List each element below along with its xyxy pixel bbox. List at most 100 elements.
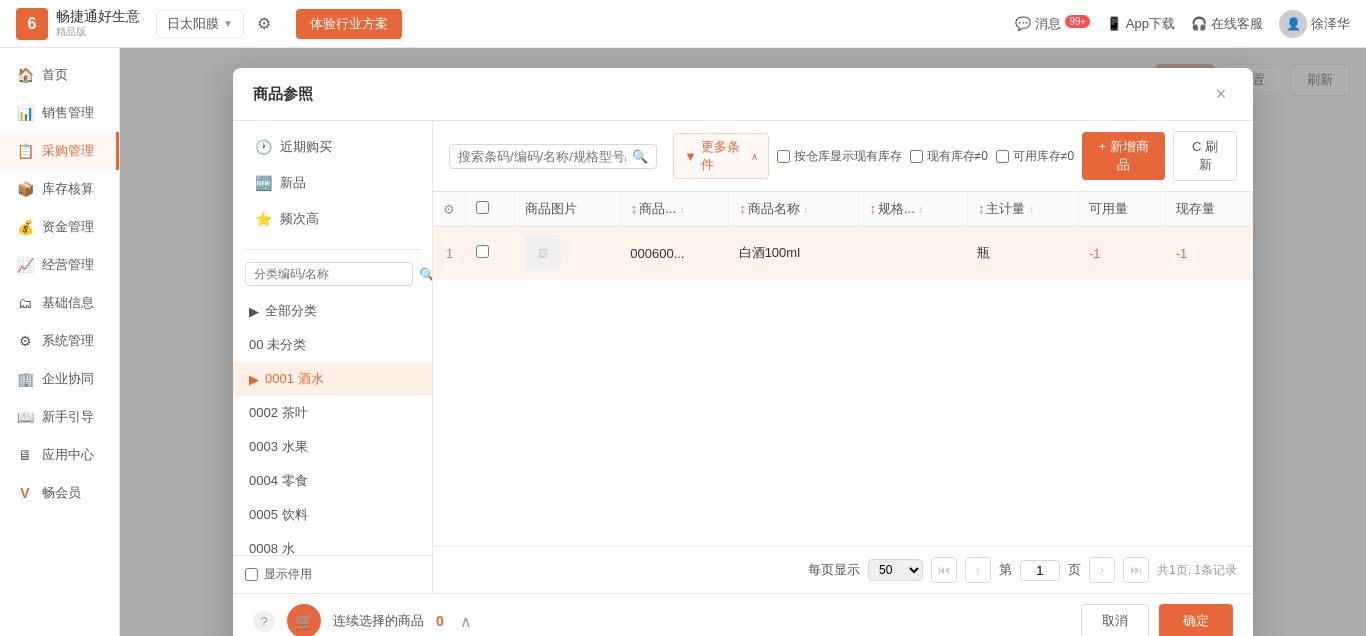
sidebar-item-vip[interactable]: V 畅会员 bbox=[0, 474, 119, 512]
prev-page-btn[interactable]: ‹ bbox=[965, 557, 991, 583]
show-disabled-label[interactable]: 显示停用 bbox=[264, 566, 312, 583]
nav-selector[interactable]: 日太阳膜 ▼ bbox=[156, 10, 244, 38]
operations-icon: 📈 bbox=[16, 257, 34, 273]
category-all[interactable]: ▶ 全部分类 bbox=[233, 294, 432, 328]
chevron-down-icon: ▼ bbox=[223, 18, 233, 29]
user-area[interactable]: 👤 徐泽华 bbox=[1279, 10, 1350, 38]
more-filters-button[interactable]: ▼ 更多条件 ∧ bbox=[673, 133, 769, 179]
category-search-input[interactable] bbox=[245, 262, 413, 286]
tab-frequent[interactable]: ⭐ 频次高 bbox=[245, 203, 420, 235]
category-tea[interactable]: 0002 茶叶 bbox=[233, 396, 432, 430]
sidebar-item-purchase[interactable]: 📋 采购管理 bbox=[0, 132, 119, 170]
basic-info-icon: 🗂 bbox=[16, 295, 34, 311]
filter-caret-icon: ∧ bbox=[751, 151, 758, 162]
app-download-btn[interactable]: 📱 App下载 bbox=[1106, 15, 1175, 33]
sidebar-item-enterprise[interactable]: 🏢 企业协同 bbox=[0, 360, 119, 398]
caret-icon: ▶ bbox=[249, 304, 259, 319]
modal-close-button[interactable]: × bbox=[1209, 82, 1233, 106]
available-stock-checkbox[interactable] bbox=[996, 150, 1009, 163]
col-unit[interactable]: ↕主计量 bbox=[967, 192, 1079, 227]
trial-button[interactable]: 体验行业方案 bbox=[296, 9, 402, 39]
category-water[interactable]: 0008 水 bbox=[233, 532, 432, 555]
col-settings[interactable]: ⚙ bbox=[433, 192, 466, 227]
first-page-btn[interactable]: ⏮ bbox=[931, 557, 957, 583]
warehouse-stock-checkbox[interactable] bbox=[777, 150, 790, 163]
row-num: 1 bbox=[433, 227, 466, 280]
row-image-cell: 🖼 bbox=[515, 227, 621, 280]
category-unclassified[interactable]: 00 未分类 bbox=[233, 328, 432, 362]
sidebar-item-finance[interactable]: 💰 资金管理 bbox=[0, 208, 119, 246]
product-table-wrap: ⚙ 商品图片 ↕商品... ↕商品名称 bbox=[433, 192, 1253, 546]
tab-recent-purchase[interactable]: 🕐 近期购买 bbox=[245, 131, 420, 163]
mobile-icon: 📱 bbox=[1106, 16, 1122, 31]
col-spec[interactable]: ↕规格... bbox=[859, 192, 967, 227]
messages-btn[interactable]: 💬 消息 99+ bbox=[1015, 15, 1089, 33]
settings-icon-btn[interactable]: ⚙ bbox=[248, 8, 280, 40]
sidebar-item-home[interactable]: 🏠 首页 bbox=[0, 56, 119, 94]
product-search-icon[interactable]: 🔍 bbox=[632, 149, 648, 164]
page-number-input[interactable] bbox=[1020, 560, 1060, 581]
tab-new-products[interactable]: 🆕 新品 bbox=[245, 167, 420, 199]
sidebar-item-guide[interactable]: 📖 新手引导 bbox=[0, 398, 119, 436]
next-page-btn[interactable]: › bbox=[1089, 557, 1115, 583]
modal-title: 商品参照 bbox=[253, 85, 313, 104]
current-stock-filter[interactable]: 现有库存≠0 bbox=[910, 148, 988, 165]
col-name[interactable]: ↕商品名称 bbox=[729, 192, 859, 227]
warehouse-stock-filter[interactable]: 按仓库显示现有库存 bbox=[777, 148, 902, 165]
current-stock-checkbox[interactable] bbox=[910, 150, 923, 163]
sort-icon3: ↕ bbox=[869, 201, 876, 216]
sidebar: 🏠 首页 📊 销售管理 📋 采购管理 📦 库存核算 💰 资金管理 📈 经营管理 … bbox=[0, 48, 120, 636]
sidebar-item-basic-info[interactable]: 🗂 基础信息 bbox=[0, 284, 119, 322]
row-spec-cell bbox=[859, 227, 967, 280]
sidebar-item-inventory[interactable]: 📦 库存核算 bbox=[0, 170, 119, 208]
apps-icon: 🖥 bbox=[16, 447, 34, 463]
product-search-input[interactable] bbox=[458, 149, 626, 164]
col-code[interactable]: ↕商品... bbox=[620, 192, 728, 227]
message-badge: 99+ bbox=[1065, 15, 1089, 28]
col-stock: 现存量 bbox=[1166, 192, 1253, 227]
collapse-cart-icon[interactable]: ∧ bbox=[460, 612, 472, 631]
nav-right: 💬 消息 99+ 📱 App下载 🎧 在线客服 👤 徐泽华 bbox=[1015, 10, 1350, 38]
avatar: 👤 bbox=[1279, 10, 1307, 38]
row-available-cell: -1 bbox=[1079, 227, 1166, 280]
refresh-button[interactable]: C 刷新 bbox=[1173, 131, 1237, 181]
available-stock-filter[interactable]: 可用库存≠0 bbox=[996, 148, 1074, 165]
sidebar-item-system[interactable]: ⚙ 系统管理 bbox=[0, 322, 119, 360]
online-service-btn[interactable]: 🎧 在线客服 bbox=[1191, 15, 1263, 33]
help-icon-button[interactable]: ? bbox=[253, 610, 275, 632]
add-product-button[interactable]: + 新增商品 bbox=[1082, 132, 1165, 180]
page-size-label: 每页显示 bbox=[808, 561, 860, 579]
toolbar-right: + 新增商品 C 刷新 bbox=[1082, 131, 1237, 181]
category-fruit[interactable]: 0003 水果 bbox=[233, 430, 432, 464]
sidebar-item-apps[interactable]: 🖥 应用中心 bbox=[0, 436, 119, 474]
show-disabled-checkbox[interactable] bbox=[245, 568, 258, 581]
sidebar-item-sales[interactable]: 📊 销售管理 bbox=[0, 94, 119, 132]
category-alcohol[interactable]: ▶ 0001 酒水 bbox=[233, 362, 432, 396]
row-checkbox[interactable] bbox=[476, 245, 489, 258]
sidebar-item-operations[interactable]: 📈 经营管理 bbox=[0, 246, 119, 284]
select-all-checkbox[interactable] bbox=[476, 201, 489, 214]
category-search-icon[interactable]: 🔍 bbox=[419, 267, 433, 282]
row-stock-cell: -1 bbox=[1166, 227, 1253, 280]
cart-count: 0 bbox=[436, 613, 444, 629]
cancel-button[interactable]: 取消 bbox=[1081, 604, 1149, 636]
category-beverages[interactable]: 0005 饮料 bbox=[233, 498, 432, 532]
main-layout: 🏠 首页 📊 销售管理 📋 采购管理 📦 库存核算 💰 资金管理 📈 经营管理 … bbox=[0, 48, 1366, 636]
logo-icon: 6 bbox=[16, 8, 48, 40]
table-row[interactable]: 1 🖼 000600... bbox=[433, 227, 1253, 280]
modal-overlay: 商品参照 × 🕐 近期购买 🆕 bbox=[120, 48, 1366, 636]
category-snacks[interactable]: 0004 零食 bbox=[233, 464, 432, 498]
vip-icon: V bbox=[16, 485, 34, 501]
product-search-bar: 🔍 bbox=[449, 144, 657, 169]
page-size-select[interactable]: 50 20 100 bbox=[868, 559, 923, 581]
page-label: 第 bbox=[999, 561, 1012, 579]
last-page-btn[interactable]: ⏭ bbox=[1123, 557, 1149, 583]
cart-button[interactable]: 🛒 bbox=[287, 604, 321, 636]
enterprise-icon: 🏢 bbox=[16, 371, 34, 387]
footer-buttons: 取消 确定 bbox=[1081, 604, 1233, 636]
confirm-button[interactable]: 确定 bbox=[1159, 604, 1233, 636]
filter-icon: ▼ bbox=[684, 149, 697, 164]
inventory-icon: 📦 bbox=[16, 181, 34, 197]
content-area: 查询 设置 刷新 商品参照 × bbox=[120, 48, 1366, 636]
col-available: 可用量 bbox=[1079, 192, 1166, 227]
